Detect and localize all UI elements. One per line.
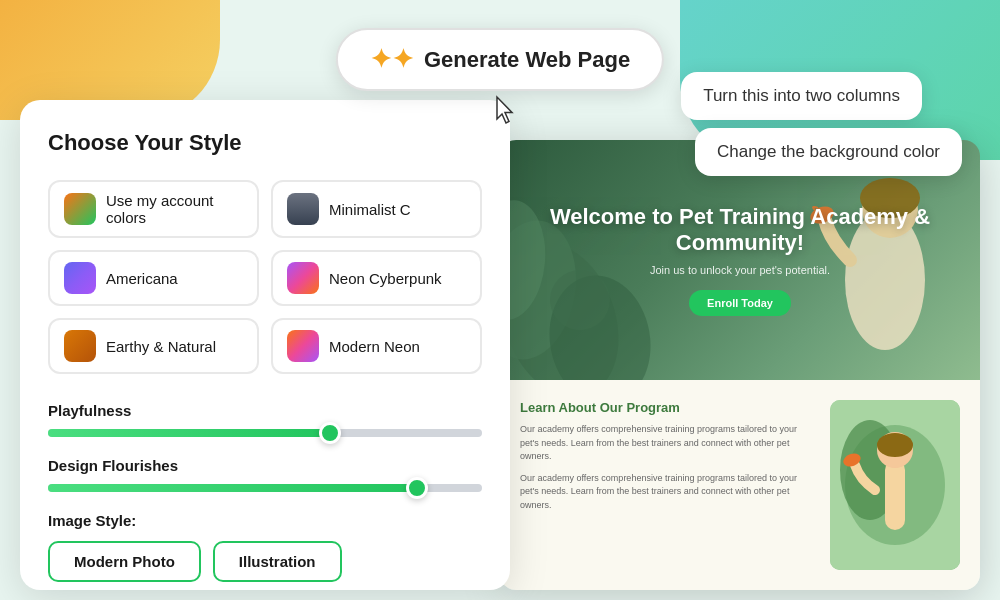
style-option-account-colors-label: Use my account colors xyxy=(106,192,243,226)
style-option-earthy-natural[interactable]: Earthy & Natural xyxy=(48,318,259,374)
style-option-modern-neon[interactable]: Modern Neon xyxy=(271,318,482,374)
style-option-neon-cyberpunk[interactable]: Neon Cyberpunk xyxy=(271,250,482,306)
style-panel: Choose Your Style Use my account colors … xyxy=(20,100,510,590)
playfulness-slider-section: Playfulness xyxy=(48,402,482,437)
playfulness-fill xyxy=(48,429,330,437)
design-flourishes-thumb[interactable] xyxy=(406,477,428,499)
generate-web-page-button[interactable]: ✦✦ Generate Web Page xyxy=(336,28,664,91)
swatch-account-colors xyxy=(64,193,96,225)
image-style-options: Modern Photo Illustration xyxy=(48,541,482,582)
playfulness-label: Playfulness xyxy=(48,402,482,419)
image-style-section: Image Style: Modern Photo Illustration xyxy=(48,512,482,582)
tooltip-bg-color[interactable]: Change the background color xyxy=(695,128,962,176)
swatch-earthy xyxy=(64,330,96,362)
playfulness-track[interactable] xyxy=(48,429,482,437)
image-style-label: Image Style: xyxy=(48,512,482,529)
cursor xyxy=(493,95,519,127)
playfulness-thumb[interactable] xyxy=(319,422,341,444)
image-style-illustration[interactable]: Illustration xyxy=(213,541,342,582)
preview-content-paragraph2: Our academy offers comprehensive trainin… xyxy=(520,472,814,513)
preview-content: Learn About Our Program Our academy offe… xyxy=(500,380,980,590)
tooltip-two-columns-text: Turn this into two columns xyxy=(703,86,900,105)
image-style-modern-photo[interactable]: Modern Photo xyxy=(48,541,201,582)
preview-content-section-title: Learn About Our Program xyxy=(520,400,814,415)
preview-person-plants-illustration xyxy=(830,400,960,570)
design-flourishes-fill xyxy=(48,484,417,492)
preview-cta-button[interactable]: Enroll Today xyxy=(689,290,791,316)
preview-content-image xyxy=(830,400,960,570)
swatch-cyberpunk xyxy=(287,262,319,294)
style-option-minimalist[interactable]: Minimalist C xyxy=(271,180,482,238)
svg-rect-12 xyxy=(885,460,905,530)
style-option-earthy-natural-label: Earthy & Natural xyxy=(106,338,216,355)
preview-hero-text: Welcome to Pet Training Academy & Commun… xyxy=(500,184,980,337)
preview-panel: Welcome to Pet Training Academy & Commun… xyxy=(500,140,980,590)
tooltip-two-columns[interactable]: Turn this into two columns xyxy=(681,72,922,120)
design-flourishes-slider-section: Design Flourishes xyxy=(48,457,482,492)
style-option-americana-label: Americana xyxy=(106,270,178,287)
design-flourishes-label: Design Flourishes xyxy=(48,457,482,474)
design-flourishes-track[interactable] xyxy=(48,484,482,492)
swatch-americana xyxy=(64,262,96,294)
preview-content-paragraph1: Our academy offers comprehensive trainin… xyxy=(520,423,814,464)
preview-content-left: Learn About Our Program Our academy offe… xyxy=(520,400,814,570)
style-option-modern-neon-label: Modern Neon xyxy=(329,338,420,355)
preview-hero: Welcome to Pet Training Academy & Commun… xyxy=(500,140,980,380)
svg-point-14 xyxy=(877,433,913,457)
style-options-grid: Use my account colors Minimalist C Ameri… xyxy=(48,180,482,374)
tooltip-bg-color-text: Change the background color xyxy=(717,142,940,161)
swatch-modern-neon xyxy=(287,330,319,362)
preview-hero-title: Welcome to Pet Training Academy & Commun… xyxy=(520,204,960,257)
preview-hero-subtitle: Join us to unlock your pet's potential. xyxy=(520,264,960,276)
style-option-americana[interactable]: Americana xyxy=(48,250,259,306)
swatch-minimalist xyxy=(287,193,319,225)
panel-title: Choose Your Style xyxy=(48,130,482,156)
style-option-neon-cyberpunk-label: Neon Cyberpunk xyxy=(329,270,442,287)
generate-button-label: Generate Web Page xyxy=(424,47,630,73)
style-option-minimalist-label: Minimalist C xyxy=(329,201,411,218)
sparkle-icon: ✦✦ xyxy=(370,44,414,75)
style-option-account-colors[interactable]: Use my account colors xyxy=(48,180,259,238)
